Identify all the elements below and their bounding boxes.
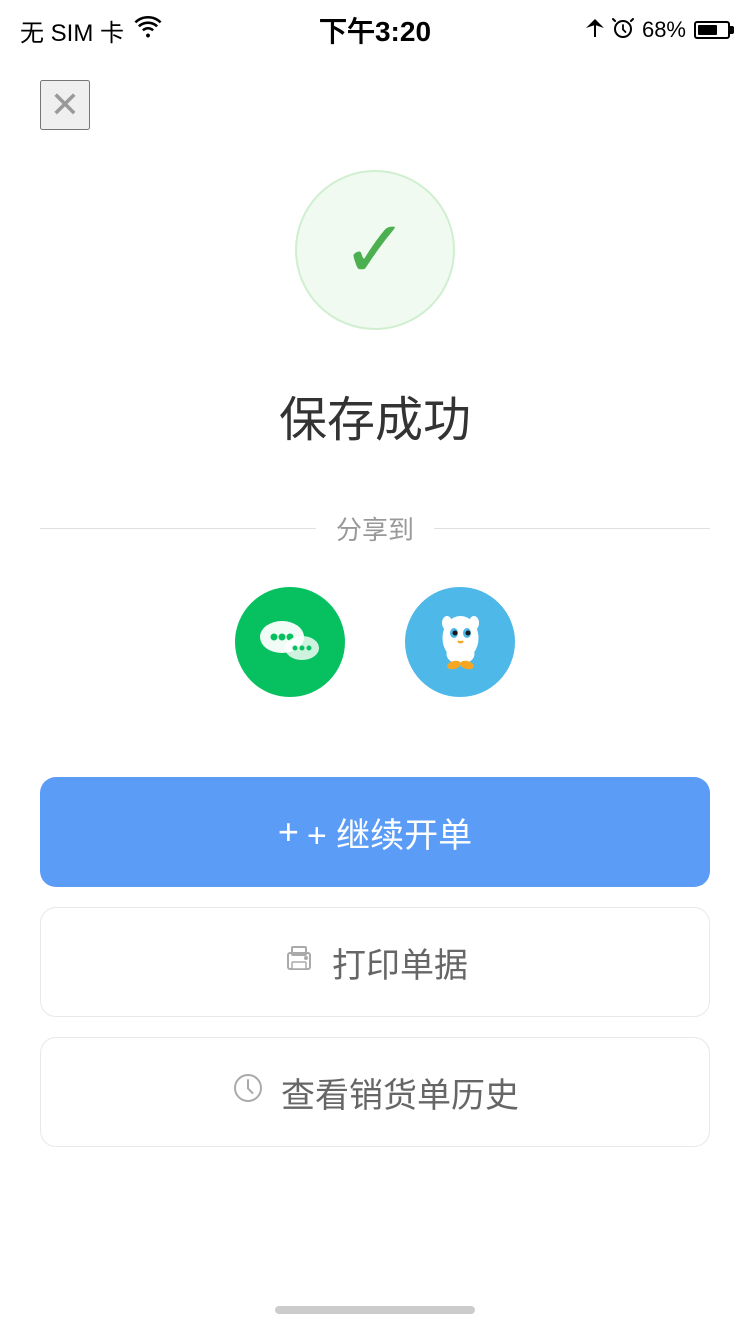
status-bar: 无 SIM 卡 下午3:20 68% bbox=[0, 0, 750, 60]
share-label: 分享到 bbox=[336, 510, 414, 547]
home-indicator bbox=[275, 1306, 475, 1314]
battery-icon bbox=[694, 21, 730, 39]
divider-line-left bbox=[40, 528, 316, 529]
print-button[interactable]: 打印单据 bbox=[40, 907, 710, 1017]
status-left: 无 SIM 卡 bbox=[20, 13, 162, 48]
close-icon: ✕ bbox=[50, 87, 80, 123]
action-buttons: + + 继续开单 打印单据 查看销货单历 bbox=[40, 777, 710, 1147]
history-label: 查看销货单历史 bbox=[281, 1068, 519, 1117]
wifi-icon bbox=[134, 16, 162, 45]
share-divider: 分享到 bbox=[40, 510, 710, 547]
success-title: 保存成功 bbox=[279, 380, 471, 450]
status-right: 68% bbox=[586, 16, 730, 44]
divider-line-right bbox=[434, 528, 710, 529]
clock-icon bbox=[231, 1071, 265, 1114]
continue-label: + 继续开单 bbox=[307, 808, 472, 857]
print-icon bbox=[282, 941, 316, 984]
share-icons-row bbox=[40, 587, 710, 697]
qq-icon bbox=[433, 610, 488, 675]
location-arrow-icon bbox=[586, 17, 604, 43]
qq-share-button[interactable] bbox=[405, 587, 515, 697]
continue-button[interactable]: + + 继续开单 bbox=[40, 777, 710, 887]
success-icon-container: ✓ bbox=[295, 170, 455, 330]
share-section: 分享到 bbox=[40, 510, 710, 697]
battery-percent: 68% bbox=[642, 17, 686, 43]
plus-icon: + bbox=[278, 811, 299, 853]
alarm-icon bbox=[612, 16, 634, 44]
checkmark-icon: ✓ bbox=[341, 210, 408, 290]
history-button[interactable]: 查看销货单历史 bbox=[40, 1037, 710, 1147]
wechat-icon bbox=[258, 615, 323, 670]
main-content: ✕ ✓ 保存成功 分享到 bbox=[0, 60, 750, 1167]
sim-status: 无 SIM 卡 bbox=[20, 13, 124, 48]
print-label: 打印单据 bbox=[332, 938, 468, 987]
wechat-share-button[interactable] bbox=[235, 587, 345, 697]
status-time: 下午3:20 bbox=[319, 10, 431, 50]
close-button[interactable]: ✕ bbox=[40, 80, 90, 130]
